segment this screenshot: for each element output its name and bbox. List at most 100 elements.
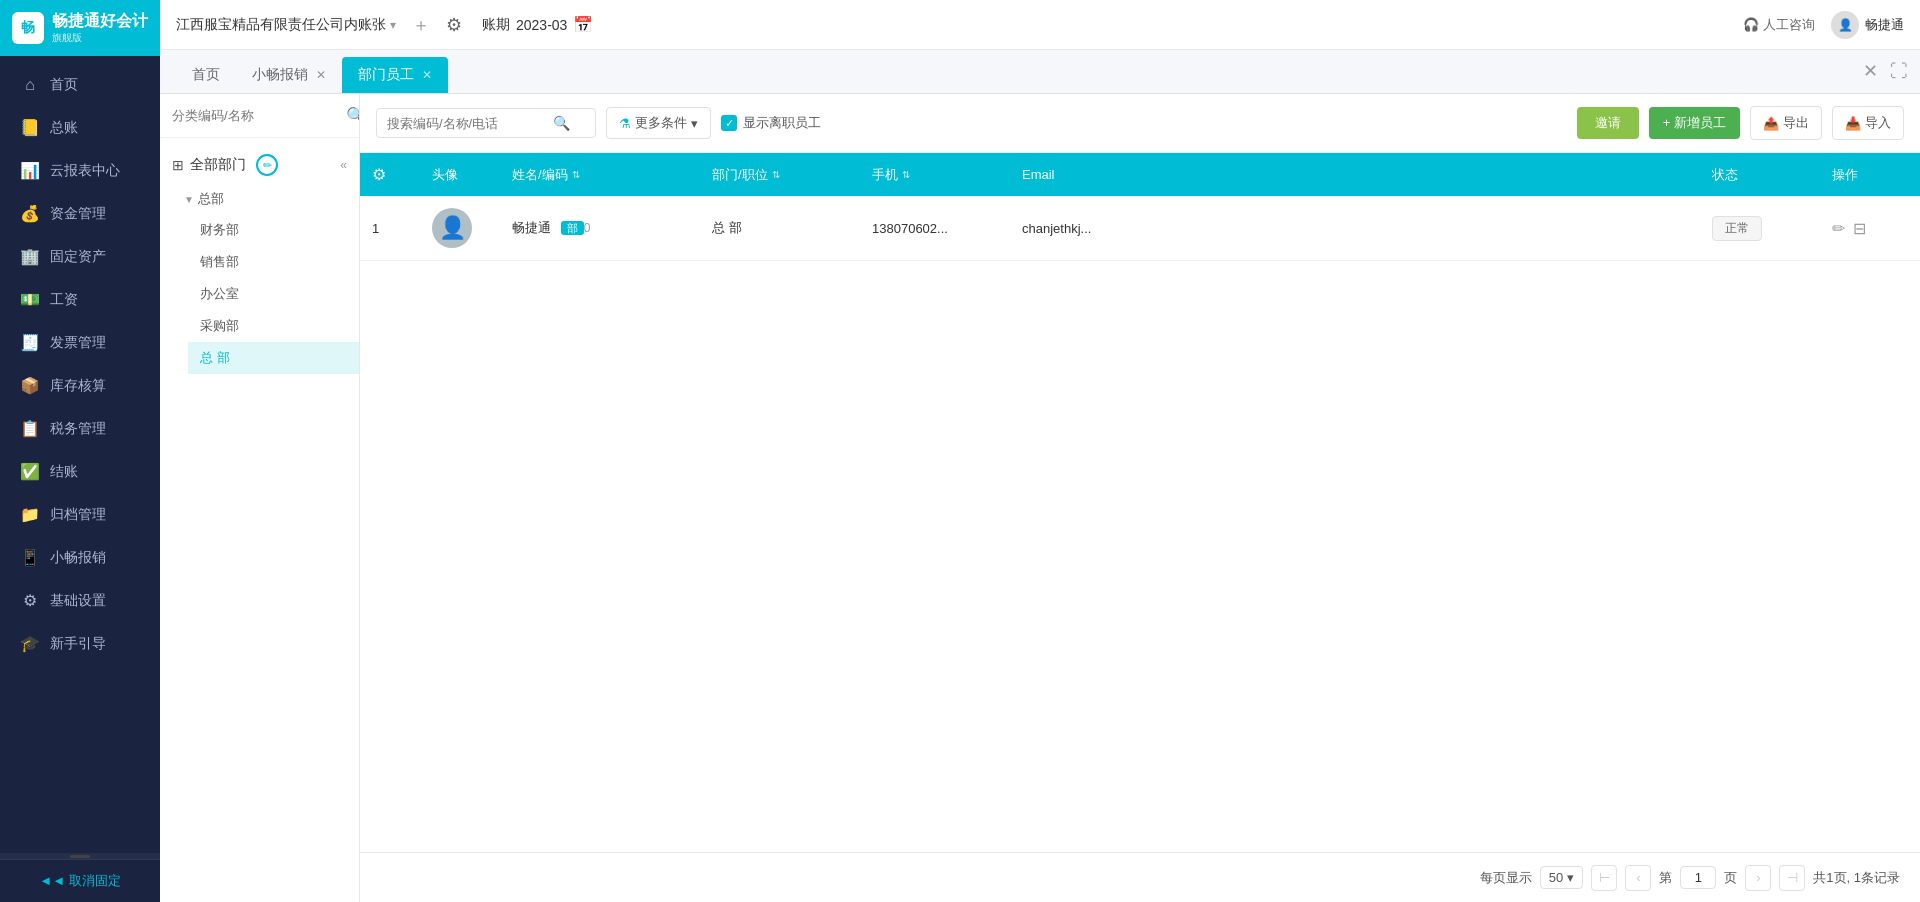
dept-search-icon[interactable]: 🔍	[346, 106, 360, 125]
export-button[interactable]: 📤 导出	[1750, 106, 1822, 140]
expand-tab-btn[interactable]: ⛶	[1886, 57, 1912, 86]
tab-home[interactable]: 首页	[176, 57, 236, 93]
guide-icon: 🎓	[20, 634, 40, 653]
filter-button[interactable]: ⚗ 更多条件 ▾	[606, 107, 711, 139]
per-page-selector[interactable]: 50 ▾	[1540, 866, 1583, 889]
employee-dept: 总 部	[712, 219, 742, 237]
add-company-button[interactable]: ＋	[408, 13, 434, 37]
col-name[interactable]: 姓名/编码 ⇅	[500, 153, 700, 196]
tab-employees-close-icon[interactable]: ✕	[422, 68, 432, 82]
settings-icon: ⚙	[20, 591, 40, 610]
scroll-indicator	[70, 855, 90, 858]
user-name: 畅捷通	[1865, 16, 1904, 34]
dept-group-header[interactable]: ▼ 总部	[172, 184, 359, 214]
last-page-button[interactable]: ⊣	[1779, 865, 1805, 891]
user-menu[interactable]: 👤 畅捷通	[1831, 11, 1904, 39]
period-value: 2023-03	[516, 17, 567, 33]
company-settings-icon[interactable]: ⚙	[446, 14, 462, 36]
sidebar-nav: ⌂ 首页 📒 总账 📊 云报表中心 💰 资金管理 🏢 固定资产 💵 工资 🧾 发…	[0, 56, 160, 853]
dept-item-general[interactable]: 总 部	[188, 342, 359, 374]
dept-all-button[interactable]: ⊞ 全部部门 ✏ «	[160, 146, 359, 184]
import-icon: 📥	[1845, 116, 1861, 131]
headset-icon: 🎧	[1743, 17, 1759, 32]
employee-search-icon[interactable]: 🔍	[553, 115, 570, 131]
dept-item-purchase[interactable]: 采购部	[188, 310, 359, 342]
employee-panel: 🔍 ⚗ 更多条件 ▾ ✓ 显示离职员工 邀请 + 新增员工 📤 导出	[360, 94, 1920, 902]
avatar: 👤	[1831, 11, 1859, 39]
dept-all-label: 全部部门	[190, 156, 246, 174]
sidebar-item-guide[interactable]: 🎓 新手引导	[0, 622, 160, 665]
import-button[interactable]: 📥 导入	[1832, 106, 1904, 140]
invite-button[interactable]: 邀请	[1577, 107, 1639, 139]
dept-sales-label: 销售部	[200, 254, 239, 269]
sidebar-label-assets: 固定资产	[50, 248, 106, 266]
per-page-value: 50	[1549, 870, 1563, 885]
topbar: 江西服宝精品有限责任公司内账张 ▾ ＋ ⚙ 账期 2023-03 📅 🎧 人工咨…	[160, 0, 1920, 50]
tab-bar: 首页 小畅报销 ✕ 部门员工 ✕ ✕ ⛶	[160, 50, 1920, 94]
payroll-icon: 💵	[20, 290, 40, 309]
sidebar-item-inventory[interactable]: 📦 库存核算	[0, 364, 160, 407]
col-settings[interactable]: ⚙	[360, 153, 420, 196]
sidebar-item-invoice[interactable]: 🧾 发票管理	[0, 321, 160, 364]
close-tab-btn[interactable]: ✕	[1859, 56, 1882, 86]
tab-employees[interactable]: 部门员工 ✕	[342, 57, 448, 93]
show-resigned-checkbox[interactable]: ✓	[721, 115, 737, 131]
support-button[interactable]: 🎧 人工咨询	[1743, 16, 1815, 34]
sidebar-item-expense[interactable]: 📱 小畅报销	[0, 536, 160, 579]
tab-expense[interactable]: 小畅报销 ✕	[236, 57, 342, 93]
sidebar-item-archive[interactable]: 📁 归档管理	[0, 493, 160, 536]
toolbar-right: 邀请 + 新增员工 📤 导出 📥 导入	[1577, 106, 1904, 140]
show-resigned-toggle[interactable]: ✓ 显示离职员工	[721, 114, 821, 132]
dept-search-input[interactable]	[172, 108, 340, 123]
sidebar-item-tax[interactable]: 📋 税务管理	[0, 407, 160, 450]
employee-table: ⚙ 头像 姓名/编码 ⇅ 部门/职位 ⇅ 手机 ⇅	[360, 153, 1920, 852]
finance-icon: 💰	[20, 204, 40, 223]
inventory-icon: 📦	[20, 376, 40, 395]
table-row: 1 👤 畅捷通 部 0 总 部	[360, 196, 1920, 261]
page-number-input[interactable]	[1680, 866, 1716, 889]
add-employee-button[interactable]: + 新增员工	[1649, 107, 1740, 139]
row-actions: ✏ ⊟	[1820, 196, 1920, 260]
sidebar: 畅 畅捷通好会计 旗舰版 ⌂ 首页 📒 总账 📊 云报表中心 💰 资金管理 🏢 …	[0, 0, 160, 902]
employee-phone: 138070602...	[872, 221, 948, 236]
row-email: chanjethkj...	[1010, 196, 1700, 260]
unpin-sidebar-button[interactable]: ◄◄ 取消固定	[0, 859, 160, 902]
prev-page-button[interactable]: ‹	[1625, 865, 1651, 891]
company-dropdown-icon: ▾	[390, 18, 396, 32]
dept-office-label: 办公室	[200, 286, 239, 301]
company-name: 江西服宝精品有限责任公司内账张	[176, 16, 386, 34]
status-badge: 正常	[1712, 216, 1762, 241]
sidebar-label-payroll: 工资	[50, 291, 78, 309]
sidebar-label-reports: 云报表中心	[50, 162, 120, 180]
tab-expense-close-icon[interactable]: ✕	[316, 68, 326, 82]
next-page-button[interactable]: ›	[1745, 865, 1771, 891]
sidebar-item-ledger[interactable]: 📒 总账	[0, 106, 160, 149]
sidebar-item-close[interactable]: ✅ 结账	[0, 450, 160, 493]
edit-button[interactable]: ✏	[1832, 219, 1845, 238]
dept-item-finance[interactable]: 财务部	[188, 214, 359, 246]
sidebar-item-payroll[interactable]: 💵 工资	[0, 278, 160, 321]
sidebar-item-home[interactable]: ⌂ 首页	[0, 64, 160, 106]
calendar-icon: 📅	[573, 15, 593, 34]
col-dept[interactable]: 部门/职位 ⇅	[700, 153, 860, 196]
row-index: 1	[360, 196, 420, 260]
dept-edit-badge[interactable]: ✏	[256, 154, 278, 176]
logout-button[interactable]: ⊟	[1853, 219, 1866, 238]
dept-item-office[interactable]: 办公室	[188, 278, 359, 310]
sidebar-item-finance[interactable]: 💰 资金管理	[0, 192, 160, 235]
sidebar-item-reports[interactable]: 📊 云报表中心	[0, 149, 160, 192]
first-page-button[interactable]: ⊢	[1591, 865, 1617, 891]
row-status: 正常	[1700, 196, 1820, 260]
sidebar-item-settings[interactable]: ⚙ 基础设置	[0, 579, 160, 622]
person-icon: 👤	[439, 215, 466, 241]
period-selector[interactable]: 账期 2023-03 📅	[482, 15, 593, 34]
dept-item-sales[interactable]: 销售部	[188, 246, 359, 278]
col-settings-icon[interactable]: ⚙	[372, 165, 386, 184]
main-area: 江西服宝精品有限责任公司内账张 ▾ ＋ ⚙ 账期 2023-03 📅 🎧 人工咨…	[160, 0, 1920, 902]
employee-toolbar: 🔍 ⚗ 更多条件 ▾ ✓ 显示离职员工 邀请 + 新增员工 📤 导出	[360, 94, 1920, 153]
sidebar-item-assets[interactable]: 🏢 固定资产	[0, 235, 160, 278]
collapse-icon[interactable]: «	[340, 158, 347, 172]
company-selector[interactable]: 江西服宝精品有限责任公司内账张 ▾	[176, 16, 396, 34]
col-phone[interactable]: 手机 ⇅	[860, 153, 1010, 196]
employee-search-input[interactable]	[387, 116, 547, 131]
